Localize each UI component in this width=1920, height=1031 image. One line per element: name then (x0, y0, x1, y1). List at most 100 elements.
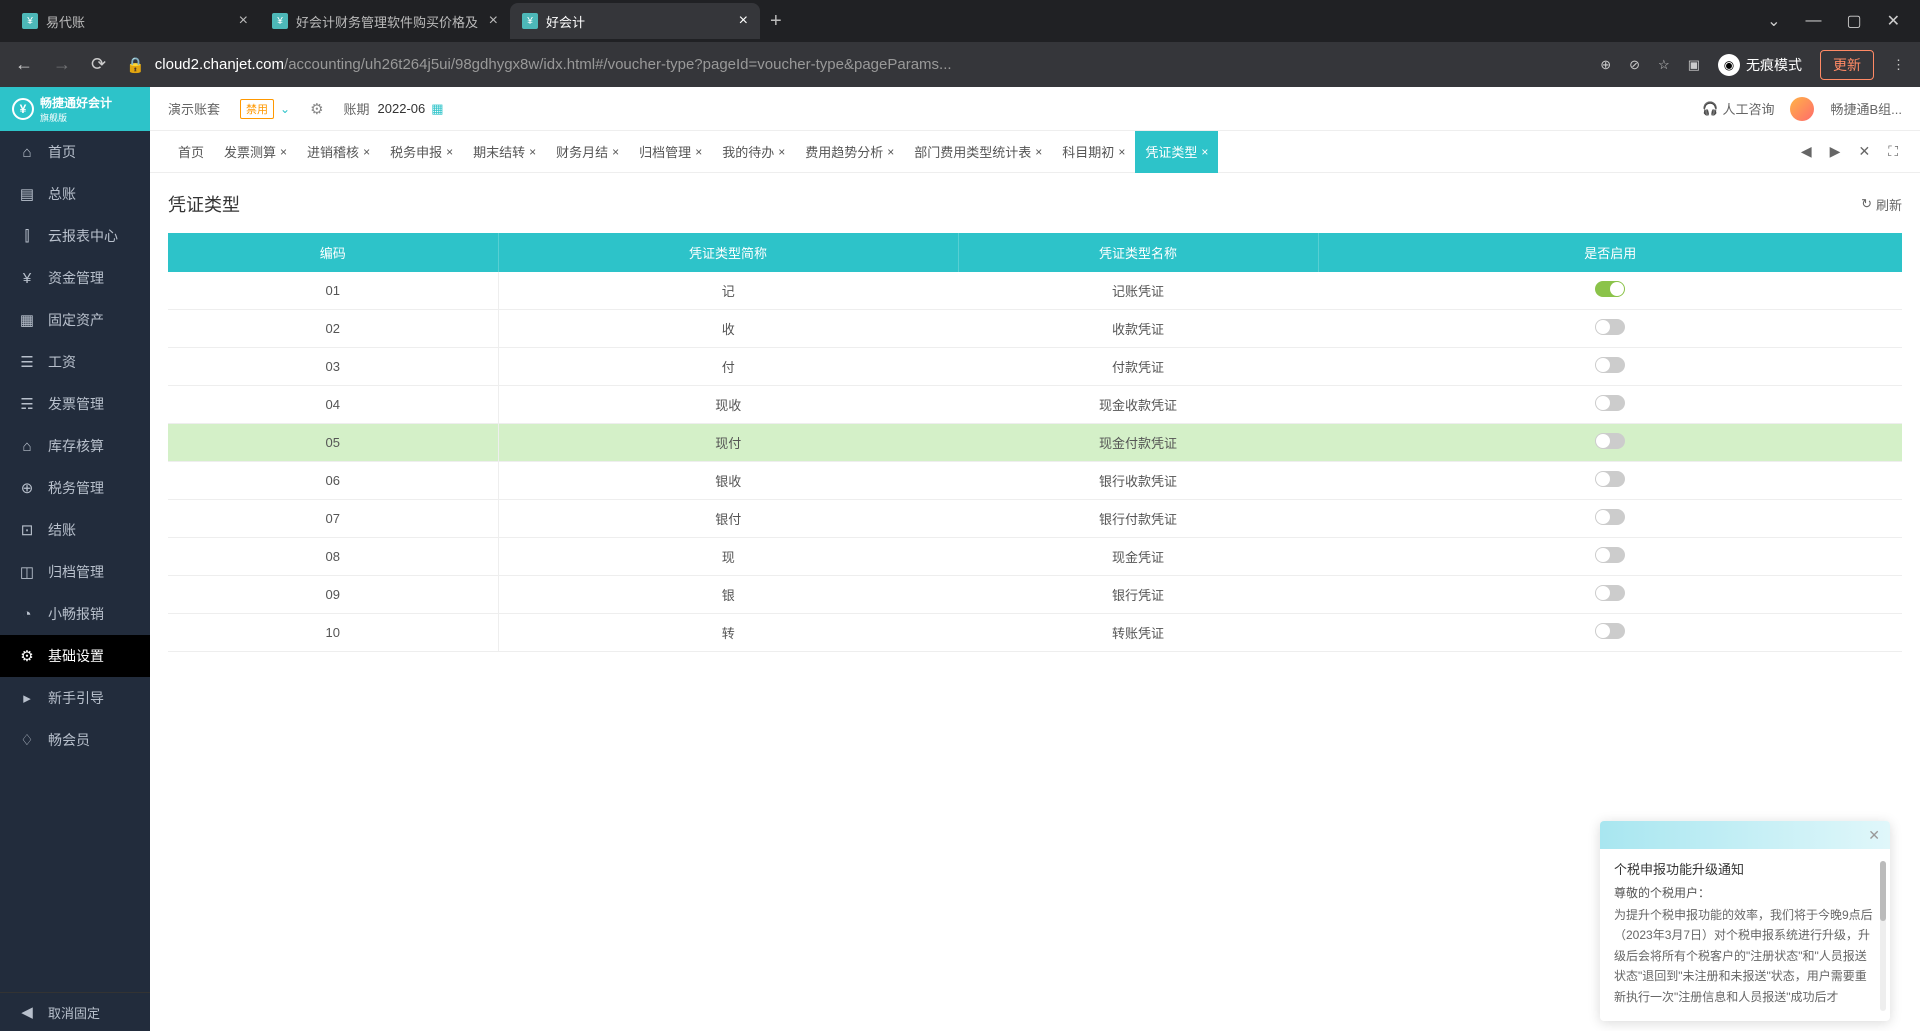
table-row[interactable]: 03 付 付款凭证 (168, 348, 1902, 386)
table-row[interactable]: 05 现付 现金付款凭证 (168, 424, 1902, 462)
app-tab[interactable]: 财务月结× (546, 131, 629, 173)
app-tab-close-icon[interactable]: × (1118, 145, 1125, 159)
table-row[interactable]: 08 现 现金凭证 (168, 538, 1902, 576)
sidebar-unpin-button[interactable]: ◀ 取消固定 (0, 993, 150, 1031)
notification-close-icon[interactable]: ✕ (1868, 827, 1880, 844)
app-tab-close-icon[interactable]: × (778, 145, 785, 159)
sidebar-item[interactable]: ◔小畅报销 (0, 593, 150, 635)
nav-back-icon[interactable]: ← (15, 54, 33, 75)
tabs-close-all-icon[interactable]: ✕ (1854, 143, 1874, 160)
sidebar-item[interactable]: ▦固定资产 (0, 299, 150, 341)
tab-close-icon[interactable]: × (489, 12, 498, 30)
refresh-button[interactable]: ↻ 刷新 (1861, 195, 1902, 214)
tabs-fullscreen-icon[interactable]: ⛶ (1884, 143, 1902, 160)
sidebar-item-icon: ▤ (18, 185, 36, 203)
app-tab-close-icon[interactable]: × (529, 145, 536, 159)
app-tab[interactable]: 首页 (168, 131, 214, 173)
notification-scrollbar[interactable] (1880, 861, 1886, 1011)
app-tab[interactable]: 我的待办× (712, 131, 795, 173)
sidebar-item[interactable]: ◫归档管理 (0, 551, 150, 593)
notification-scroll-thumb[interactable] (1880, 861, 1886, 921)
sidebar-item[interactable]: ¥资金管理 (0, 257, 150, 299)
app-tab[interactable]: 归档管理× (629, 131, 712, 173)
bookmark-icon[interactable]: ☆ (1658, 57, 1670, 73)
app-tab-close-icon[interactable]: × (612, 145, 619, 159)
app-tab[interactable]: 凭证类型× (1135, 131, 1218, 173)
app-tab-close-icon[interactable]: × (446, 145, 453, 159)
sidebar-item[interactable]: ⊕税务管理 (0, 467, 150, 509)
browser-tab[interactable]: ¥好会计财务管理软件购买价格及× (260, 3, 510, 39)
extension-block-icon[interactable]: ⊘ (1629, 57, 1640, 73)
enable-toggle[interactable] (1595, 319, 1625, 335)
nav-forward-icon[interactable]: → (53, 54, 71, 75)
browser-tab[interactable]: ¥易代账× (10, 3, 260, 39)
window-dropdown-icon[interactable]: ⌄ (1767, 11, 1780, 31)
sidebar-footer: ◀ 取消固定 (0, 992, 150, 1031)
table-row[interactable]: 09 银 银行凭证 (168, 576, 1902, 614)
tabs-next-icon[interactable]: ▶ (1826, 143, 1845, 160)
sidebar-item[interactable]: ⌂库存核算 (0, 425, 150, 467)
enable-toggle[interactable] (1595, 509, 1625, 525)
table-row[interactable]: 07 银付 银行付款凭证 (168, 500, 1902, 538)
extension-box-icon[interactable]: ▣ (1688, 57, 1700, 73)
app-logo[interactable]: ¥ 畅捷通好会计 旗舰版 (0, 87, 150, 131)
support-link[interactable]: 🎧 人工咨询 (1702, 99, 1774, 118)
app-tab-close-icon[interactable]: × (363, 145, 370, 159)
window-maximize-icon[interactable]: ▢ (1846, 11, 1861, 31)
settings-icon[interactable]: ⚙ (310, 100, 323, 118)
browser-tab[interactable]: ¥好会计× (510, 3, 760, 39)
enable-toggle[interactable] (1595, 433, 1625, 449)
tabs-prev-icon[interactable]: ◀ (1797, 143, 1816, 160)
app-tab[interactable]: 科目期初× (1052, 131, 1135, 173)
nav-reload-icon[interactable]: ⟳ (91, 54, 106, 75)
enable-toggle[interactable] (1595, 395, 1625, 411)
calendar-icon[interactable]: ▦ (431, 101, 443, 117)
table-row[interactable]: 02 收 收款凭证 (168, 310, 1902, 348)
tab-close-icon[interactable]: × (239, 12, 248, 30)
sidebar-item[interactable]: ⫿云报表中心 (0, 215, 150, 257)
zoom-icon[interactable]: ⊕ (1600, 57, 1611, 73)
new-tab-button[interactable]: + (770, 10, 782, 33)
app-tab-close-icon[interactable]: × (280, 145, 287, 159)
browser-menu-icon[interactable]: ⋮ (1892, 57, 1905, 73)
sidebar-item[interactable]: ▤总账 (0, 173, 150, 215)
app-tab-close-icon[interactable]: × (1035, 145, 1042, 159)
cell-name: 现金收款凭证 (958, 386, 1318, 424)
address-bar[interactable]: 🔒 cloud2.chanjet.com/accounting/uh26t264… (126, 56, 1580, 74)
enable-toggle[interactable] (1595, 357, 1625, 373)
sidebar-item[interactable]: ▸新手引导 (0, 677, 150, 719)
sidebar-item[interactable]: ☰工资 (0, 341, 150, 383)
enable-toggle[interactable] (1595, 281, 1625, 297)
sidebar-item[interactable]: ⊡结账 (0, 509, 150, 551)
sidebar-item-icon: ¥ (18, 270, 36, 287)
app-tab[interactable]: 发票测算× (214, 131, 297, 173)
enable-toggle[interactable] (1595, 623, 1625, 639)
app-tab[interactable]: 期末结转× (463, 131, 546, 173)
tab-close-icon[interactable]: × (739, 12, 748, 30)
user-name[interactable]: 畅捷通B组... (1830, 99, 1902, 118)
sidebar-item[interactable]: ⚙基础设置 (0, 635, 150, 677)
cell-enable (1318, 538, 1902, 576)
app-tab-close-icon[interactable]: × (1201, 145, 1208, 159)
window-minimize-icon[interactable]: — (1805, 12, 1821, 30)
sidebar-item[interactable]: ☴发票管理 (0, 383, 150, 425)
browser-update-button[interactable]: 更新 (1820, 50, 1874, 80)
app-tab-close-icon[interactable]: × (887, 145, 894, 159)
enable-toggle[interactable] (1595, 471, 1625, 487)
sidebar-item[interactable]: ⌂首页 (0, 131, 150, 173)
table-row[interactable]: 06 银收 银行收款凭证 (168, 462, 1902, 500)
table-row[interactable]: 04 现收 现金收款凭证 (168, 386, 1902, 424)
enable-toggle[interactable] (1595, 585, 1625, 601)
account-dropdown-icon[interactable]: ⌄ (280, 102, 290, 116)
table-row[interactable]: 10 转 转账凭证 (168, 614, 1902, 652)
sidebar-item[interactable]: ♢畅会员 (0, 719, 150, 761)
app-tab-close-icon[interactable]: × (695, 145, 702, 159)
app-tab[interactable]: 费用趋势分析× (795, 131, 904, 173)
app-tab[interactable]: 进销稽核× (297, 131, 380, 173)
app-tab[interactable]: 部门费用类型统计表× (904, 131, 1052, 173)
table-row[interactable]: 01 记 记账凭证 (168, 272, 1902, 310)
enable-toggle[interactable] (1595, 547, 1625, 563)
user-avatar[interactable] (1790, 97, 1814, 121)
app-tab[interactable]: 税务申报× (380, 131, 463, 173)
window-close-icon[interactable]: ✕ (1887, 11, 1900, 31)
